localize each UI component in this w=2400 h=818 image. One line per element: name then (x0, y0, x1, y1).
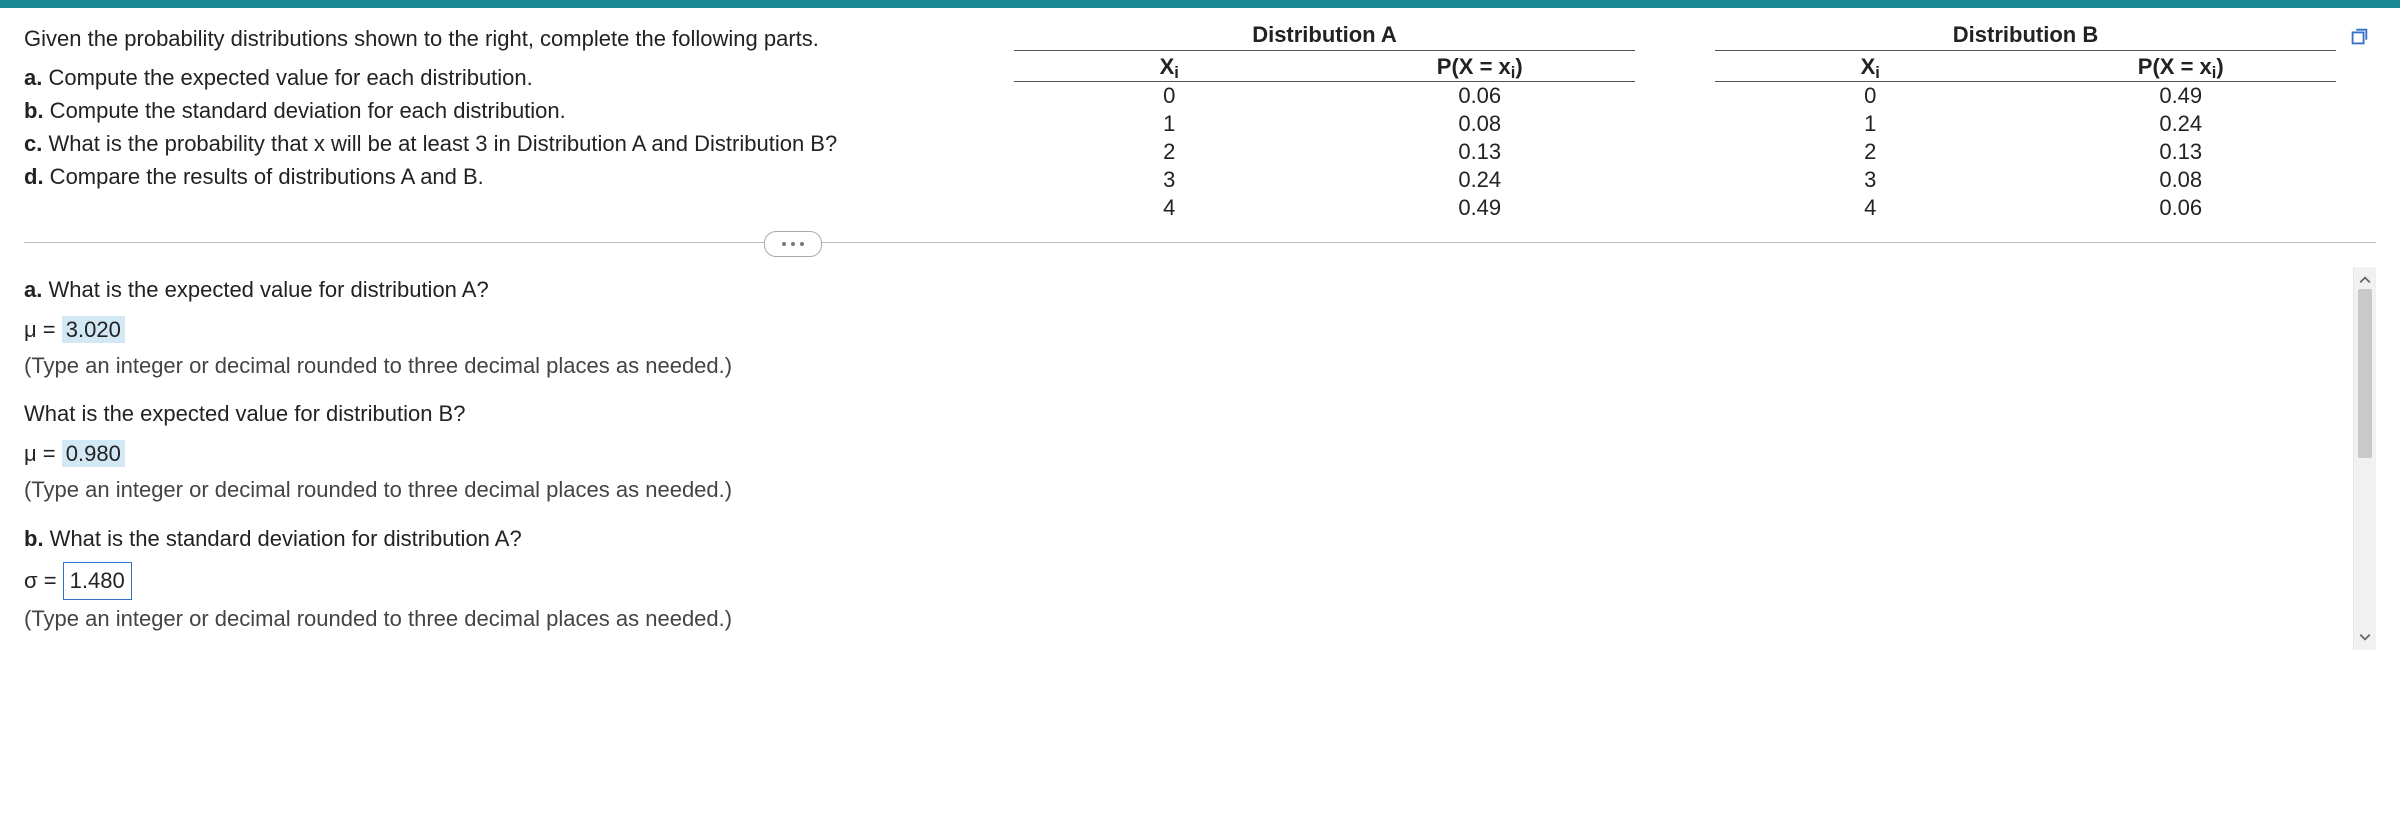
cell-x: 1 (1715, 110, 2026, 138)
cell-x: 4 (1715, 194, 2026, 222)
part-d-label: d. (24, 164, 44, 189)
distribution-a: Distribution A Xi P(X = xi) 00.06 10.08 … (974, 22, 1675, 222)
table-row: 30.08 (1715, 166, 2336, 194)
cell-p: 0.13 (1325, 138, 1636, 166)
mu-label: μ = (24, 441, 56, 466)
part-c-text: What is the probability that x will be a… (42, 131, 837, 156)
table-row: 30.24 (1014, 166, 1635, 194)
mu-b-line: μ = 0.980 (24, 437, 2323, 471)
section-divider (24, 242, 2376, 243)
table-row: 10.24 (1715, 110, 2336, 138)
expand-button[interactable] (764, 231, 822, 257)
cell-x: 0 (1014, 82, 1325, 110)
cell-p: 0.06 (1325, 82, 1636, 110)
hint-sd: (Type an integer or decimal rounded to t… (24, 602, 2323, 636)
sigma-a-line: σ = 1.480 (24, 562, 2323, 600)
popout-icon[interactable] (2348, 26, 2370, 48)
cell-x: 0 (1715, 82, 2026, 110)
part-a-label: a. (24, 65, 42, 90)
table-row: 40.06 (1715, 194, 2336, 222)
dist-a-header: Xi P(X = xi) (1014, 53, 1635, 82)
scrollbar-track[interactable] (2358, 289, 2372, 628)
dist-a-col-p: P(X = xi) (1325, 53, 1636, 81)
part-b-label: b. (24, 98, 44, 123)
cell-x: 3 (1715, 166, 2026, 194)
part-c-label: c. (24, 131, 42, 156)
cell-p: 0.24 (1325, 166, 1636, 194)
cell-x: 4 (1014, 194, 1325, 222)
sigma-label: σ = (24, 568, 57, 593)
table-row: 00.49 (1715, 82, 2336, 110)
dist-b-title: Distribution B (1715, 22, 2336, 51)
cell-x: 2 (1014, 138, 1325, 166)
table-row: 10.08 (1014, 110, 1635, 138)
table-row: 20.13 (1715, 138, 2336, 166)
mu-a-line: μ = 3.020 (24, 313, 2323, 347)
table-row: 20.13 (1014, 138, 1635, 166)
top-bar (0, 0, 2400, 8)
part-a: a. Compute the expected value for each d… (24, 61, 954, 94)
part-b: b. Compute the standard deviation for ea… (24, 94, 954, 127)
dist-a-col-x: Xi (1014, 53, 1325, 81)
answer-b-text: What is the standard deviation for distr… (44, 526, 522, 551)
dist-b-col-p: P(X = xi) (2026, 53, 2337, 81)
scrollbar-thumb[interactable] (2358, 289, 2372, 458)
scroll-down-button[interactable] (2356, 628, 2374, 646)
answer-qa: a. What is the expected value for distri… (24, 273, 2323, 307)
cell-p: 0.49 (2026, 82, 2337, 110)
question-intro: Given the probability distributions show… (24, 22, 954, 55)
scroll-up-button[interactable] (2356, 271, 2374, 289)
cell-p: 0.13 (2026, 138, 2337, 166)
cell-x: 3 (1014, 166, 1325, 194)
cell-p: 0.08 (1325, 110, 1636, 138)
table-row: 00.06 (1014, 82, 1635, 110)
hint-a: (Type an integer or decimal rounded to t… (24, 349, 2323, 383)
cell-p: 0.08 (2026, 166, 2337, 194)
distribution-tables: Distribution A Xi P(X = xi) 00.06 10.08 … (954, 22, 2376, 222)
answer-section: a. What is the expected value for distri… (24, 267, 2353, 650)
vertical-scrollbar[interactable] (2353, 267, 2376, 650)
table-row: 40.49 (1014, 194, 1635, 222)
dist-a-title: Distribution A (1014, 22, 1635, 51)
dist-b-col-x: Xi (1715, 53, 2026, 81)
cell-x: 1 (1014, 110, 1325, 138)
mu-b-value[interactable]: 0.980 (62, 440, 125, 467)
part-b-text: Compute the standard deviation for each … (44, 98, 566, 123)
sigma-a-input[interactable]: 1.480 (63, 562, 132, 600)
mu-a-value[interactable]: 3.020 (62, 316, 125, 343)
cell-p: 0.06 (2026, 194, 2337, 222)
cell-p: 0.49 (1325, 194, 1636, 222)
hint-b: (Type an integer or decimal rounded to t… (24, 473, 2323, 507)
answer-sd-q: b. What is the standard deviation for di… (24, 522, 2323, 556)
answer-qb-text: What is the expected value for distribut… (24, 397, 2323, 431)
cell-p: 0.24 (2026, 110, 2337, 138)
answer-a-label: a. (24, 277, 42, 302)
mu-label: μ = (24, 317, 56, 342)
dist-b-rows: 00.49 10.24 20.13 30.08 40.06 (1715, 82, 2336, 222)
question-text: Given the probability distributions show… (24, 22, 954, 222)
answer-a-text: What is the expected value for distribut… (42, 277, 488, 302)
answer-b-label: b. (24, 526, 44, 551)
dist-b-header: Xi P(X = xi) (1715, 53, 2336, 82)
part-a-text: Compute the expected value for each dist… (42, 65, 532, 90)
distribution-b: Distribution B Xi P(X = xi) 00.49 10.24 … (1675, 22, 2376, 222)
cell-x: 2 (1715, 138, 2026, 166)
part-c: c. What is the probability that x will b… (24, 127, 954, 160)
dist-a-rows: 00.06 10.08 20.13 30.24 40.49 (1014, 82, 1635, 222)
part-d: d. Compare the results of distributions … (24, 160, 954, 193)
part-d-text: Compare the results of distributions A a… (44, 164, 484, 189)
